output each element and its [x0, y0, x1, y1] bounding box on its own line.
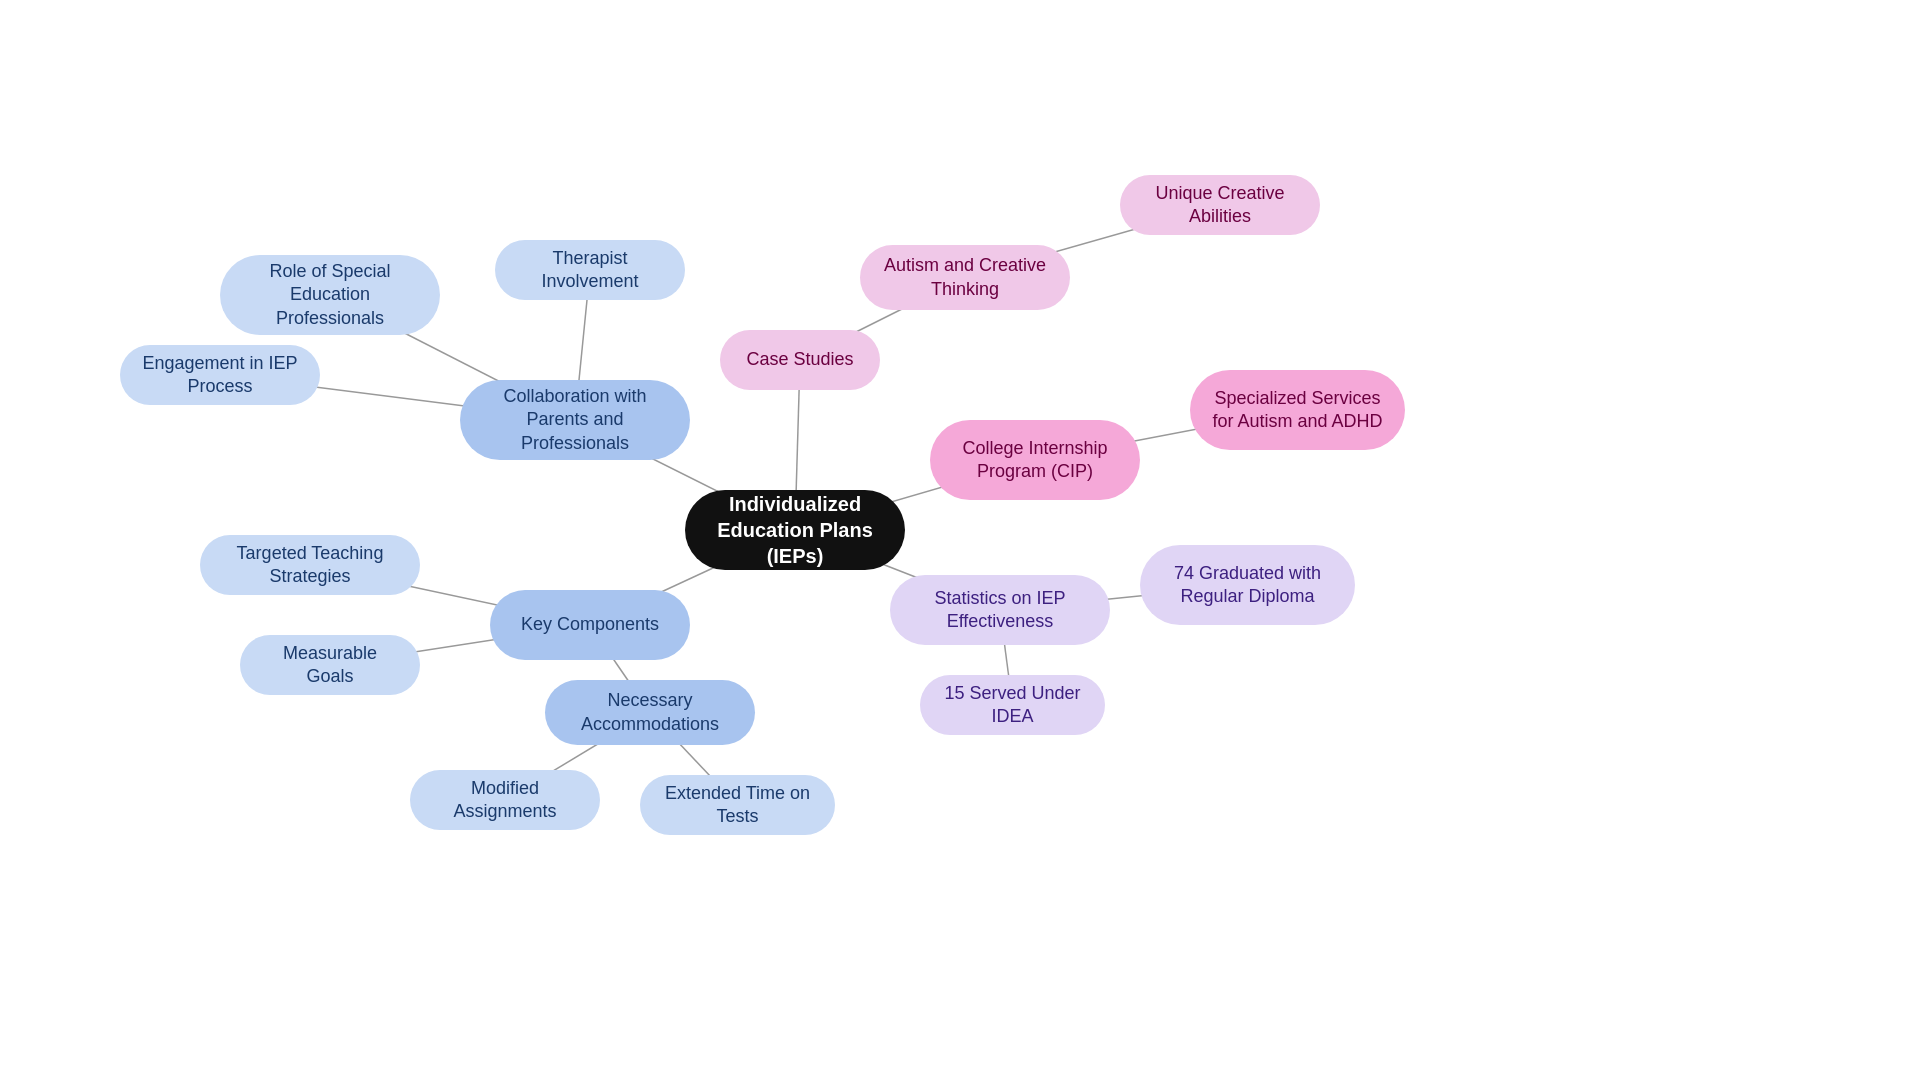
measurable-goals-node: Measurable Goals: [240, 635, 420, 695]
collaboration-node: Collaboration with Parents and Professio…: [460, 380, 690, 460]
engagement-node: Engagement in IEP Process: [120, 345, 320, 405]
statistics-iep-node: Statistics on IEP Effectiveness: [890, 575, 1110, 645]
served-idea-node: 15 Served Under IDEA: [920, 675, 1105, 735]
role-special-ed-node: Role of Special Education Professionals: [220, 255, 440, 335]
college-internship-node: College Internship Program (CIP): [930, 420, 1140, 500]
graduated-diploma-node: 74 Graduated with Regular Diploma: [1140, 545, 1355, 625]
necessary-accommodations-node: Necessary Accommodations: [545, 680, 755, 745]
center-node: Individualized Education Plans (IEPs): [685, 490, 905, 570]
therapist-node: Therapist Involvement: [495, 240, 685, 300]
key-components-node: Key Components: [490, 590, 690, 660]
autism-creative-node: Autism and Creative Thinking: [860, 245, 1070, 310]
unique-creative-node: Unique Creative Abilities: [1120, 175, 1320, 235]
targeted-teaching-node: Targeted Teaching Strategies: [200, 535, 420, 595]
case-studies-node: Case Studies: [720, 330, 880, 390]
specialized-services-node: Specialized Services for Autism and ADHD: [1190, 370, 1405, 450]
modified-assignments-node: Modified Assignments: [410, 770, 600, 830]
extended-time-node: Extended Time on Tests: [640, 775, 835, 835]
